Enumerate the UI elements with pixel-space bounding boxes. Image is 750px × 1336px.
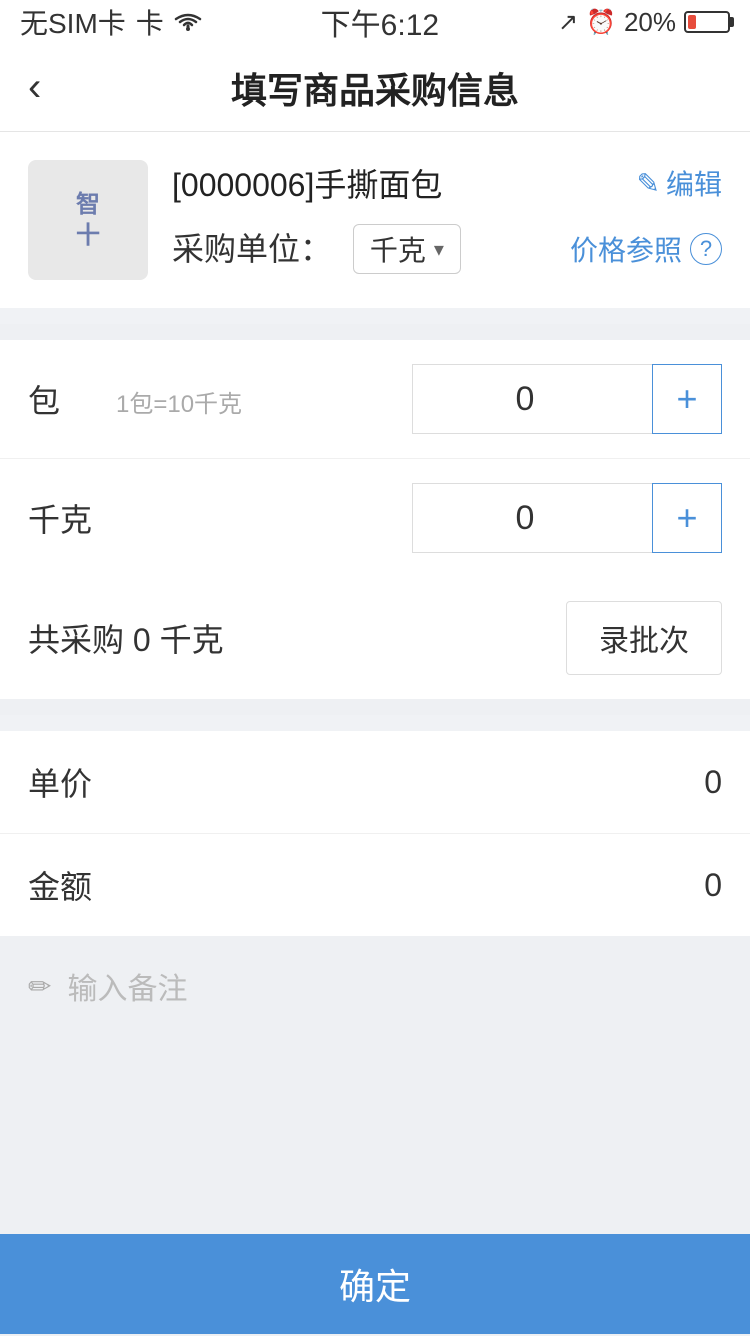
- battery-fill: [688, 15, 696, 29]
- nav-bar: ‹ 填写商品采购信息: [0, 44, 750, 132]
- unit-price-value: 0: [704, 764, 722, 801]
- back-button[interactable]: ‹: [28, 65, 41, 110]
- price-info-section: 单价 0 金额 0: [0, 731, 750, 936]
- pencil-icon: ✏: [28, 970, 51, 1003]
- remark-section[interactable]: ✏ 输入备注: [0, 936, 750, 1036]
- edit-button[interactable]: ✎ 编辑: [637, 163, 722, 203]
- unit-value: 千克: [370, 229, 426, 269]
- quantity-section: 包 1包=10千克 + 千克 +: [0, 340, 750, 577]
- total-amount: 0: [133, 622, 151, 658]
- status-bar: 无SIM卡 卡 下午6:12 ↗ ⏰ 20%: [0, 0, 750, 44]
- edit-icon: ✎: [637, 167, 660, 200]
- wifi-icon: [174, 12, 202, 32]
- product-name: [0000006]手撕面包: [172, 160, 442, 206]
- page-title: 填写商品采购信息: [231, 62, 519, 114]
- status-time: 下午6:12: [321, 0, 439, 44]
- price-ref-label: 价格参照: [570, 229, 682, 269]
- product-name-row: [0000006]手撕面包 ✎ 编辑: [172, 160, 722, 206]
- product-card: 智 十 [0000006]手撕面包 ✎ 编辑 采购单位： 千克 ▾ 价格参照: [0, 132, 750, 308]
- quantity-row-0: 包 1包=10千克 +: [0, 340, 750, 459]
- status-left: 无SIM卡 卡: [20, 2, 202, 42]
- status-right: ↗ ⏰ 20%: [558, 7, 730, 38]
- battery-percent: 20%: [624, 7, 676, 38]
- unit-row: 采购单位： 千克 ▾ 价格参照 ?: [172, 224, 722, 274]
- product-info: [0000006]手撕面包 ✎ 编辑 采购单位： 千克 ▾ 价格参照 ?: [172, 160, 722, 274]
- amount-value: 0: [704, 867, 722, 904]
- number-input-wrap-0: +: [412, 364, 722, 434]
- label-group-1: 千克: [28, 495, 392, 541]
- edit-label: 编辑: [666, 163, 722, 203]
- label-group-0: 包 1包=10千克: [28, 376, 392, 422]
- unit-price-label: 单价: [28, 759, 92, 805]
- section-divider-1: [0, 324, 750, 340]
- batch-button[interactable]: 录批次: [566, 601, 722, 675]
- plus-button-1[interactable]: +: [652, 483, 722, 553]
- section-divider-2: [0, 699, 750, 715]
- location-icon: ↗: [558, 8, 578, 37]
- quantity-row-1: 千克 +: [0, 459, 750, 577]
- product-image: 智 十: [28, 160, 148, 280]
- dropdown-arrow-icon: ▾: [434, 237, 444, 262]
- unit-label-group: 采购单位： 千克 ▾: [172, 224, 461, 274]
- plus-button-0[interactable]: +: [652, 364, 722, 434]
- unit-select[interactable]: 千克 ▾: [353, 224, 461, 274]
- quantity-input-1[interactable]: [412, 483, 652, 553]
- quantity-label-1: 千克: [28, 495, 108, 541]
- battery-icon: [684, 11, 730, 33]
- sim-icon: 卡: [136, 2, 164, 42]
- number-input-wrap-1: +: [412, 483, 722, 553]
- total-row: 共采购 0 千克 录批次: [0, 577, 750, 699]
- amount-label: 金额: [28, 862, 92, 908]
- price-ref-icon: ?: [690, 233, 722, 265]
- product-logo: 智 十: [76, 189, 100, 251]
- alarm-icon: ⏰: [586, 8, 616, 37]
- amount-row: 金额 0: [0, 834, 750, 936]
- quantity-sublabel-0: 1包=10千克: [116, 384, 242, 419]
- price-ref-button[interactable]: 价格参照 ?: [570, 229, 722, 269]
- unit-price-row: 单价 0: [0, 731, 750, 834]
- quantity-input-0[interactable]: [412, 364, 652, 434]
- carrier-label: 无SIM卡: [20, 2, 126, 42]
- quantity-label-0: 包: [28, 376, 108, 422]
- total-text: 共采购 0 千克: [28, 615, 224, 661]
- unit-label: 采购单位：: [172, 231, 332, 267]
- confirm-button[interactable]: 确定: [0, 1234, 750, 1334]
- remark-placeholder: 输入备注: [67, 964, 187, 1008]
